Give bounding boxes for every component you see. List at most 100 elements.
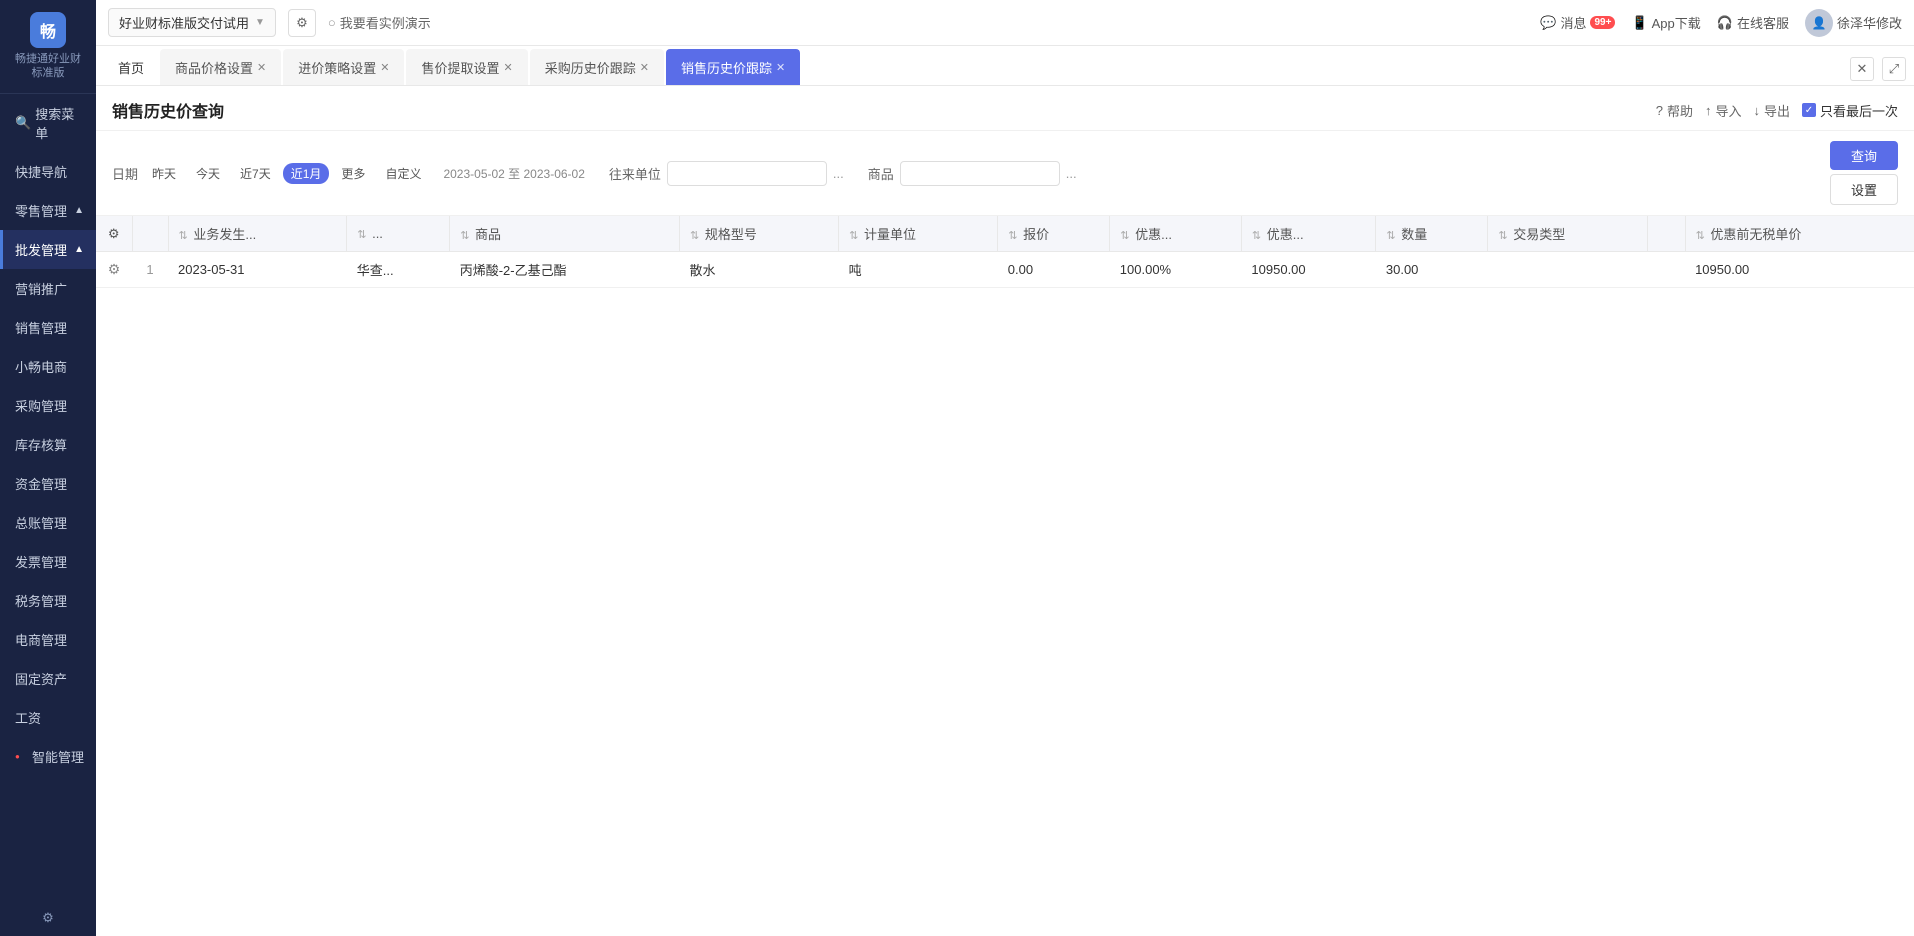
sidebar-item-finance[interactable]: 资金管理 [0,464,96,503]
message-button[interactable]: 💬 消息 99+ [1540,13,1615,32]
sidebar-item-purchase[interactable]: 采购管理 [0,386,96,425]
tab-price[interactable]: 商品价格设置 ✕ [160,49,281,85]
supplier-filter-group: 往来单位 ... [609,161,844,186]
col-spec[interactable]: ⇅ 规格型号 [680,216,839,252]
sort-icon: ⇅ [1252,230,1261,242]
sidebar-settings-button[interactable]: ⚙ [0,900,96,936]
gear-button[interactable]: ⚙ [288,9,316,37]
date-opt-last1month[interactable]: 近1月 [283,163,330,184]
chevron-icon: ▲ [74,244,84,255]
date-opt-yesterday[interactable]: 昨天 [144,163,184,184]
col-more[interactable]: ⇅ ... [347,216,450,252]
sort-icon: ⇅ [1696,230,1705,242]
user-profile-button[interactable]: 👤 徐泽华修改 [1805,9,1902,37]
col-trans-type[interactable]: ⇅ 交易类型 [1488,216,1647,252]
table-container: ⚙ ⇅ 业务发生... ⇅ ... ⇅ 商品 [96,216,1914,936]
goods-input[interactable] [900,161,1060,186]
tab-close-purchase-history[interactable]: ✕ [640,61,649,74]
sort-icon: ⇅ [1120,230,1129,242]
sidebar-item-tax[interactable]: 税务管理 [0,581,96,620]
import-link[interactable]: ↑ 导入 [1705,101,1742,120]
sort-icon: ⇅ [460,230,469,242]
supplier-input[interactable] [667,161,827,186]
only-last-checkbox-label[interactable]: 只看最后一次 [1802,101,1898,120]
supplier-picker-button[interactable]: ... [833,166,844,181]
date-label: 日期 [112,164,138,183]
tab-purchase-history[interactable]: 采购历史价跟踪 ✕ [530,49,664,85]
sidebar: 畅 畅捷通好业财 标准版 🔍 搜索菜单 快捷导航 零售管理 ▲ 批发管理 ▲ 营… [0,0,96,936]
col-biz-date[interactable]: ⇅ 业务发生... [168,216,347,252]
plan-selector[interactable]: 好业财标准版交付试用 ▼ [108,8,276,37]
help-link[interactable]: ? 帮助 [1656,101,1693,120]
query-button[interactable]: 查询 [1830,141,1898,170]
cell-discount1: 100.00% [1110,252,1242,288]
sidebar-item-assets[interactable]: 固定资产 [0,659,96,698]
sidebar-item-ledger[interactable]: 总账管理 [0,503,96,542]
message-icon: 💬 [1540,15,1556,31]
sort-icon: ⇅ [1498,230,1507,242]
tab-sale-extract[interactable]: 售价提取设置 ✕ [406,49,527,85]
date-opt-more[interactable]: 更多 [333,163,373,184]
col-goods[interactable]: ⇅ 商品 [450,216,680,252]
sidebar-item-inventory[interactable]: 库存核算 [0,425,96,464]
row-gear-icon[interactable]: ⚙ [108,261,121,277]
supplier-label: 往来单位 [609,164,661,183]
chevron-icon: ▲ [74,205,84,216]
tab-home[interactable]: 首页 [104,49,158,85]
app-download-button[interactable]: 📱 App下载 [1631,13,1700,32]
avatar: 👤 [1805,9,1833,37]
cell-trans-type [1488,252,1647,288]
demo-link[interactable]: ○ 我要看实例演示 [328,13,431,32]
tab-close-price[interactable]: ✕ [257,61,266,74]
col-price[interactable]: ⇅ 报价 [998,216,1110,252]
help-icon: ? [1656,103,1663,118]
settings-button[interactable]: 设置 [1830,174,1898,205]
only-last-checkbox[interactable] [1802,103,1816,117]
sort-icon: ⇅ [1008,230,1017,242]
online-service-button[interactable]: 🎧 在线客服 [1717,13,1789,32]
sidebar-item-ecommerce[interactable]: 电商管理 [0,620,96,659]
date-opt-custom[interactable]: 自定义 [377,163,429,184]
sidebar-nav[interactable]: 快捷导航 [0,152,96,191]
tab-purchase-strategy[interactable]: 进价策略设置 ✕ [283,49,404,85]
goods-label: 商品 [868,164,894,183]
sidebar-item-invoice[interactable]: 发票管理 [0,542,96,581]
export-link[interactable]: ↓ 导出 [1753,101,1790,120]
page-actions: ? 帮助 ↑ 导入 ↓ 导出 只看最后一次 [1656,101,1898,120]
goods-picker-button[interactable]: ... [1066,166,1077,181]
tab-close-sales-history[interactable]: ✕ [776,61,785,74]
date-range-display: 2023-05-02 至 2023-06-02 [443,165,584,182]
col-unit[interactable]: ⇅ 计量单位 [839,216,998,252]
sort-icon: ⇅ [849,230,858,242]
sidebar-item-sales[interactable]: 销售管理 [0,308,96,347]
sidebar-item-smart[interactable]: 智能管理 [0,737,96,776]
sidebar-search[interactable]: 🔍 搜索菜单 [0,94,96,152]
cell-more: 华查... [347,252,450,288]
sidebar-item-payroll[interactable]: 工资 [0,698,96,737]
sort-icon: ⇅ [1386,230,1395,242]
sidebar-item-wholesale[interactable]: 批发管理 ▲ [0,230,96,269]
date-opt-last7[interactable]: 近7天 [232,163,279,184]
cell-price: 0.00 [998,252,1110,288]
dropdown-arrow-icon: ▼ [255,17,265,28]
tab-close-all-button[interactable]: ✕ [1850,57,1874,81]
tab-sales-history[interactable]: 销售历史价跟踪 ✕ [666,49,800,85]
message-badge: 99+ [1590,16,1615,29]
tab-close-purchase-strategy[interactable]: ✕ [380,61,389,74]
date-opt-today[interactable]: 今天 [188,163,228,184]
date-options: 昨天 今天 近7天 近1月 更多 自定义 [144,163,429,184]
col-pretax-price[interactable]: ⇅ 优惠前无税单价 [1685,216,1914,252]
tab-expand-button[interactable]: ⤢ [1882,57,1906,81]
import-icon: ↑ [1705,103,1712,118]
sidebar-item-marketing[interactable]: 营销推广 [0,269,96,308]
col-gear[interactable]: ⚙ [96,216,132,252]
search-icon: 🔍 [15,115,31,131]
app-icon: 📱 [1631,15,1647,31]
sidebar-item-ecommerce-small[interactable]: 小畅电商 [0,347,96,386]
tab-close-sale-extract[interactable]: ✕ [504,61,513,74]
col-discount2[interactable]: ⇅ 优惠... [1241,216,1375,252]
sidebar-item-retail[interactable]: 零售管理 ▲ [0,191,96,230]
col-discount1[interactable]: ⇅ 优惠... [1110,216,1242,252]
col-qty[interactable]: ⇅ 数量 [1376,216,1488,252]
cell-gear[interactable]: ⚙ [96,252,132,288]
